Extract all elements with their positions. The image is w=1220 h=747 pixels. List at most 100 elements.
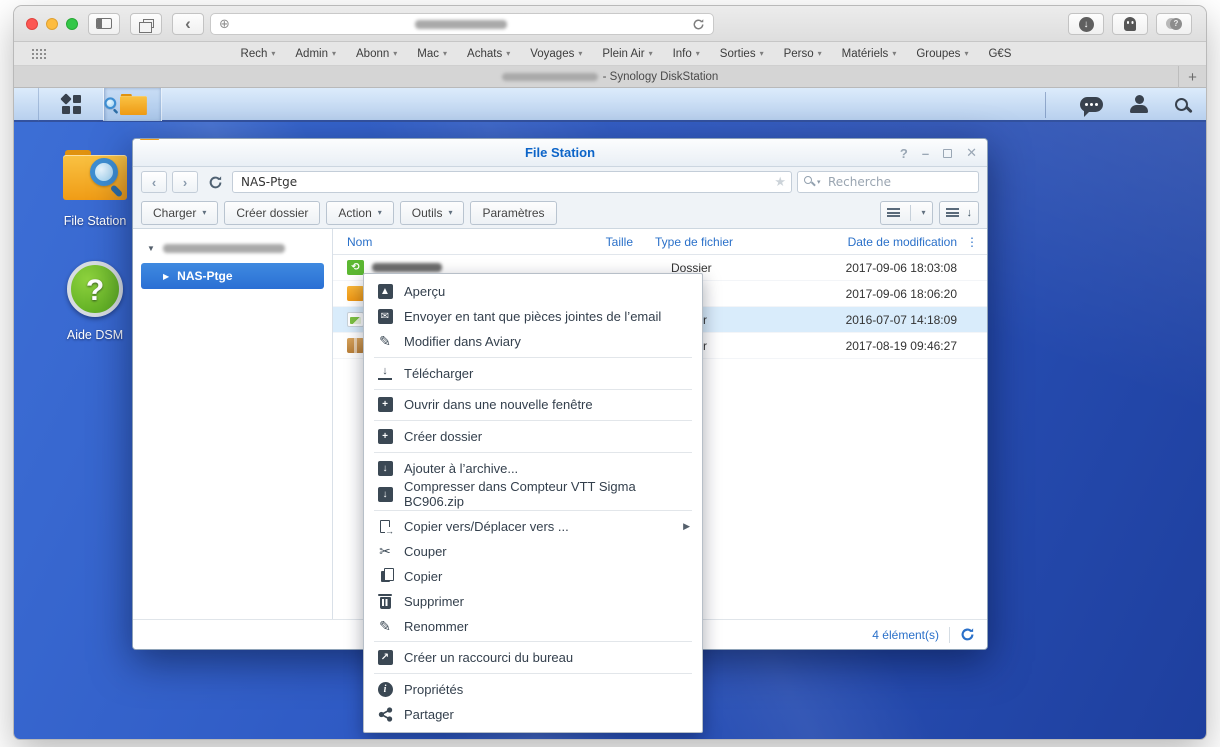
user-options-icon[interactable] bbox=[1129, 95, 1149, 113]
parametres-button[interactable]: Paramètres bbox=[470, 200, 557, 225]
forward-button[interactable]: › bbox=[172, 171, 198, 193]
main-menu-button[interactable] bbox=[38, 88, 104, 121]
bookmark-folder-voyages[interactable]: Voyages ▾ bbox=[530, 48, 582, 60]
close-button[interactable]: ✕ bbox=[966, 145, 977, 161]
notifications-icon[interactable] bbox=[1080, 96, 1103, 117]
bookmark-folder-achats[interactable]: Achats ▾ bbox=[467, 48, 510, 60]
taskbar-file-station-button[interactable] bbox=[103, 88, 162, 121]
menu-item-partager[interactable]: Partager bbox=[364, 702, 702, 727]
menu-item-ajouter-archive[interactable]: ↓ Ajouter à l’archive... bbox=[364, 456, 702, 481]
menu-item-copier-deplacer-vers[interactable]: → Copier vers/Déplacer vers ... ▶ bbox=[364, 514, 702, 539]
browser-back-button[interactable]: ‹ bbox=[172, 12, 204, 35]
menu-item-compresser-zip[interactable]: ↓ Compresser dans Compteur VTT Sigma BC90… bbox=[364, 479, 702, 509]
address-bar[interactable]: ⊕ bbox=[210, 13, 714, 35]
column-header-taille[interactable]: Taille bbox=[573, 235, 633, 249]
refresh-list-icon[interactable] bbox=[960, 627, 975, 642]
bookmarks-grid-icon[interactable] bbox=[32, 48, 46, 59]
view-mode-button[interactable]: ▾ bbox=[880, 200, 933, 225]
minimize-button[interactable]: – bbox=[922, 146, 929, 161]
zoom-window-button[interactable] bbox=[66, 17, 78, 30]
window-controls bbox=[26, 17, 78, 30]
minimize-window-button[interactable] bbox=[46, 17, 58, 30]
dsm-desktop: File Station ? Aide DSM File Station ? –… bbox=[14, 88, 1206, 739]
chevron-down-icon: ▾ bbox=[892, 49, 897, 58]
bookmark-folder-rech[interactable]: Rech ▾ bbox=[241, 48, 276, 60]
menu-item-apercu[interactable]: ▲ Aperçu bbox=[364, 279, 702, 304]
column-header-nom[interactable]: Nom bbox=[333, 235, 573, 249]
bookmark-folder-admin[interactable]: Admin ▾ bbox=[295, 48, 336, 60]
modified-date: 2017-08-19 09:46:27 bbox=[845, 338, 957, 353]
extension-button[interactable] bbox=[1156, 13, 1192, 35]
action-button[interactable]: Action ▾ bbox=[326, 200, 394, 225]
view-controls: ▾ ↓ bbox=[880, 200, 979, 225]
close-window-button[interactable] bbox=[26, 17, 38, 30]
new-window-icon: + bbox=[377, 397, 393, 413]
sort-button[interactable]: ↓ bbox=[938, 200, 979, 225]
downloads-button[interactable]: ↓ bbox=[1068, 13, 1104, 35]
column-options-icon[interactable]: ⋮ bbox=[957, 235, 987, 249]
menu-item-proprietes[interactable]: i Propriétés bbox=[364, 677, 702, 702]
item-count: 4 élément(s) bbox=[872, 627, 939, 642]
menu-separator bbox=[374, 510, 692, 511]
maximize-button[interactable] bbox=[943, 148, 953, 158]
menu-item-renommer[interactable]: ✎ Renommer bbox=[364, 614, 702, 639]
modified-date: 2017-09-06 18:06:20 bbox=[845, 286, 957, 301]
tab-overview-button[interactable] bbox=[130, 12, 162, 35]
menu-separator bbox=[374, 356, 692, 358]
chevron-down-icon: ▾ bbox=[393, 49, 398, 58]
column-header-type[interactable]: Type de fichier bbox=[633, 235, 789, 249]
trash-icon bbox=[378, 593, 392, 609]
bookmark-folder-groupes[interactable]: Groupes ▾ bbox=[916, 48, 968, 60]
creer-dossier-button[interactable]: Créer dossier bbox=[224, 200, 321, 225]
path-input[interactable] bbox=[232, 171, 792, 193]
tree-root-item[interactable]: ▼ bbox=[133, 237, 332, 259]
back-button[interactable]: ‹ bbox=[141, 171, 167, 193]
bookmark-folder-info[interactable]: Info ▾ bbox=[673, 48, 700, 60]
new-folder-icon: + bbox=[377, 429, 393, 445]
new-tab-button[interactable]: + bbox=[1178, 66, 1206, 88]
menu-item-raccourci-bureau[interactable]: ↗ Créer un raccourci du bureau bbox=[364, 645, 702, 670]
bookmark-folder-mac[interactable]: Mac ▾ bbox=[417, 48, 447, 60]
tree-item-nas-ptge[interactable]: ▶ NAS-Ptge bbox=[141, 263, 324, 289]
refresh-button[interactable] bbox=[203, 171, 227, 193]
reload-icon[interactable] bbox=[692, 18, 705, 31]
tree-collapsed-icon: ▶ bbox=[163, 271, 170, 281]
bookmark-folder-sorties[interactable]: Sorties ▾ bbox=[720, 48, 764, 60]
outils-button[interactable]: Outils ▾ bbox=[399, 200, 465, 225]
search-field[interactable]: ▾ bbox=[797, 171, 979, 193]
main-menu-grid-icon bbox=[59, 92, 82, 115]
menu-item-ouvrir-nouvelle-fenetre[interactable]: + Ouvrir dans une nouvelle fenêtre bbox=[364, 392, 702, 417]
share-icon bbox=[376, 707, 394, 722]
bookmark-ges[interactable]: G€S bbox=[988, 48, 1011, 60]
menu-item-modifier-aviary[interactable]: ✎ Modifier dans Aviary bbox=[364, 329, 702, 354]
chevron-down-icon: ▾ bbox=[271, 49, 276, 58]
bookmark-folder-materiels[interactable]: Matériels ▾ bbox=[842, 48, 897, 60]
menu-item-copier[interactable]: Copier bbox=[364, 564, 702, 589]
menu-item-supprimer[interactable]: Supprimer bbox=[364, 589, 702, 614]
favorite-star-icon[interactable]: ★ bbox=[774, 174, 786, 190]
path-field[interactable]: ★ bbox=[232, 171, 792, 193]
ghostery-extension-button[interactable] bbox=[1112, 13, 1148, 35]
chevron-down-icon: ▾ bbox=[443, 49, 448, 58]
menu-item-telecharger[interactable]: ↓ Télécharger bbox=[364, 361, 702, 386]
active-tab[interactable]: - Synology DiskStation bbox=[501, 71, 718, 83]
bookmark-folder-perso[interactable]: Perso ▾ bbox=[784, 48, 822, 60]
help-button[interactable]: ? bbox=[900, 146, 908, 161]
search-input[interactable] bbox=[797, 171, 979, 193]
sidebar-icon bbox=[96, 18, 112, 29]
bookmark-folder-plein-air[interactable]: Plein Air ▾ bbox=[602, 48, 652, 60]
sidebar-toggle-button[interactable] bbox=[88, 12, 120, 35]
file-station-icon bbox=[134, 139, 160, 142]
bookmark-folder-abonn[interactable]: Abonn ▾ bbox=[356, 48, 397, 60]
action-toolbar: Charger ▾ Créer dossier Action ▾ Outils ▾ P… bbox=[133, 197, 987, 229]
column-header-date[interactable]: Date de modification bbox=[789, 235, 957, 249]
chevron-down-icon: ▾ bbox=[506, 49, 511, 58]
search-icon[interactable] bbox=[1175, 97, 1188, 111]
tab-overview-icon bbox=[138, 19, 154, 33]
menu-item-envoyer-email[interactable]: ✉ Envoyer en tant que pièces jointes de l… bbox=[364, 304, 702, 329]
chevron-down-icon: ▾ bbox=[695, 49, 700, 58]
window-title-bar: File Station ? – ✕ bbox=[133, 139, 987, 167]
charger-button[interactable]: Charger ▾ bbox=[141, 200, 219, 225]
menu-item-creer-dossier[interactable]: + Créer dossier bbox=[364, 424, 702, 449]
menu-item-couper[interactable]: ✂ Couper bbox=[364, 539, 702, 564]
